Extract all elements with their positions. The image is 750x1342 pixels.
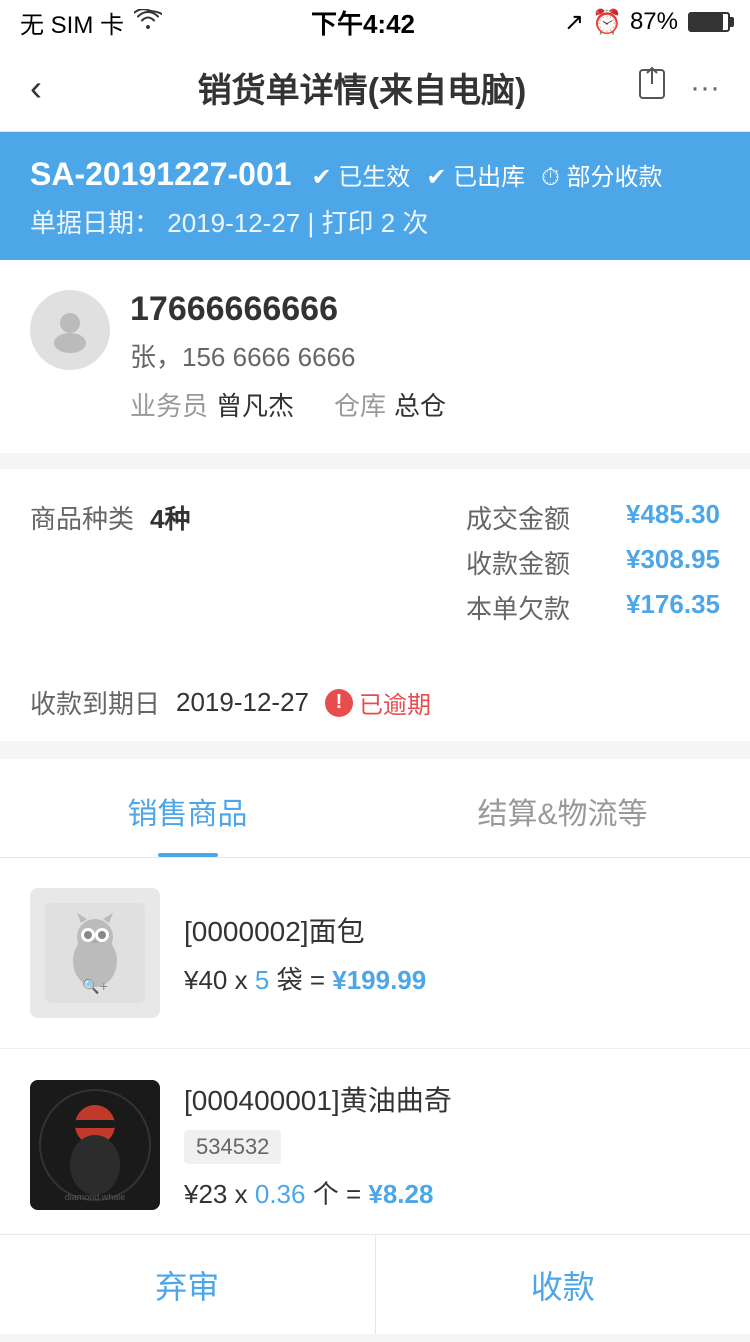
deal-amount-label: 成交金额 (466, 499, 570, 536)
product-type-label: 商品种类 (30, 499, 134, 536)
customer-info: 17666666666 张，156 6666 6666 业务员 曾凡杰 仓库 总… (130, 290, 720, 423)
salesperson-item: 业务员 曾凡杰 (130, 386, 294, 423)
status-right: ↗ ⏰ 87% (564, 8, 730, 37)
product-batch-2: 534532 (184, 1130, 281, 1164)
customer-meta: 业务员 曾凡杰 仓库 总仓 (130, 386, 720, 423)
alarm-icon: ⏰ (592, 8, 622, 37)
product-unit-1: 袋 (277, 965, 303, 995)
page-title: 销货单详情(来自电脑) (198, 63, 527, 112)
product-unit-price-2: ¥23 (184, 1179, 227, 1209)
debt-amount-row: 本单欠款 ¥176.35 (466, 589, 720, 626)
product-qty-1: 5 (255, 965, 269, 995)
debt-label: 本单欠款 (466, 589, 570, 626)
status-effective: ✔ 已生效 (312, 157, 411, 192)
status-shipped: ✔ 已出库 (426, 157, 525, 192)
product-price-2: ¥23 x 0.36 个 = ¥8.28 (184, 1174, 720, 1211)
debt-value: ¥176.35 (600, 589, 720, 626)
customer-phone: 张，156 6666 6666 (130, 337, 720, 374)
status-tags: ✔ 已生效 ✔ 已出库 ⏱ 部分收款 (312, 157, 663, 192)
meta-print-info: 打印 2 次 (321, 208, 428, 238)
share-button[interactable] (634, 66, 670, 110)
product-multiply-2: x (235, 1179, 255, 1209)
salesperson-label: 业务员 (130, 386, 208, 423)
order-id-row: SA-20191227-001 ✔ 已生效 ✔ 已出库 ⏱ 部分收款 (30, 156, 720, 193)
product-item-1: 🔍+ [0000002]面包 ¥40 x 5 袋 = ¥199.99 (0, 858, 750, 1049)
order-header: SA-20191227-001 ✔ 已生效 ✔ 已出库 ⏱ 部分收款 单据日期：… (0, 132, 750, 260)
tabs-container: 销售商品 结算&物流等 (0, 759, 750, 858)
meta-date-label: 单据日期： (30, 208, 160, 238)
overdue-text: 已逾期 (359, 685, 431, 720)
collect-button[interactable]: 收款 (376, 1235, 750, 1334)
more-button[interactable]: ··· (690, 71, 720, 105)
status-left: 无 SIM 卡 (20, 5, 162, 40)
stats-row: 商品种类 4种 成交金额 ¥485.30 收款金额 ¥308.95 本单欠款 ¥… (30, 499, 720, 634)
product-total-2: ¥8.28 (368, 1179, 433, 1209)
overdue-badge: ! 已逾期 (325, 685, 431, 720)
customer-section: 17666666666 张，156 6666 6666 业务员 曾凡杰 仓库 总… (0, 260, 750, 453)
carrier-text: 无 SIM 卡 (20, 5, 124, 40)
deal-amount-value: ¥485.30 (600, 499, 720, 536)
avatar (30, 290, 110, 370)
product-qty-2: 0.36 (255, 1179, 306, 1209)
product-unit-price-1: ¥40 (184, 965, 227, 995)
due-section: 收款到期日 2019-12-27 ! 已逾期 (0, 664, 750, 741)
stats-right: 成交金额 ¥485.30 收款金额 ¥308.95 本单欠款 ¥176.35 (466, 499, 720, 634)
product-thumb-2: diamond whale (30, 1080, 160, 1210)
status-bar: 无 SIM 卡 下午4:42 ↗ ⏰ 87% (0, 0, 750, 44)
product-name-1: [0000002]面包 (184, 910, 720, 950)
product-multiply-1: x (235, 965, 255, 995)
section-divider-2 (0, 741, 750, 757)
product-eq-1: = (310, 965, 332, 995)
stats-left: 商品种类 4种 (30, 499, 190, 540)
reject-button[interactable]: 弃审 (0, 1235, 376, 1334)
tab-sales-products[interactable]: 销售商品 (0, 759, 375, 857)
location-icon: ↗ (564, 8, 584, 37)
product-type-item: 商品种类 4种 (30, 499, 190, 536)
tab-settlement[interactable]: 结算&物流等 (375, 759, 750, 857)
product-thumb-1: 🔍+ (30, 888, 160, 1018)
due-label: 收款到期日 (30, 684, 160, 721)
order-meta: 单据日期： 2019-12-27 | 打印 2 次 (30, 203, 720, 240)
svg-text:diamond whale: diamond whale (65, 1192, 126, 1202)
back-button[interactable]: ‹ (30, 67, 90, 109)
product-unit-2: 个 (313, 1179, 339, 1209)
product-name-2: [000400001]黄油曲奇 (184, 1079, 720, 1119)
wifi-icon (134, 8, 162, 36)
order-id: SA-20191227-001 (30, 156, 292, 193)
battery-percent: 87% (630, 8, 678, 36)
salesperson-value: 曾凡杰 (216, 386, 294, 423)
product-item-2: diamond whale [000400001]黄油曲奇 534532 ¥23… (0, 1049, 750, 1242)
section-divider-1 (0, 453, 750, 469)
product-total-1: ¥199.99 (332, 965, 426, 995)
product-type-count: 4种 (150, 499, 190, 536)
warehouse-label: 仓库 (334, 386, 386, 423)
customer-name: 17666666666 (130, 290, 720, 329)
received-amount-row: 收款金额 ¥308.95 (466, 544, 720, 581)
nav-bar: ‹ 销货单详情(来自电脑) ··· (0, 44, 750, 132)
product-info-2: [000400001]黄油曲奇 534532 ¥23 x 0.36 个 = ¥8… (184, 1079, 720, 1211)
time-display: 下午4:42 (311, 4, 415, 41)
stats-section: 商品种类 4种 成交金额 ¥485.30 收款金额 ¥308.95 本单欠款 ¥… (0, 469, 750, 664)
product-list: 🔍+ [0000002]面包 ¥40 x 5 袋 = ¥199.99 (0, 858, 750, 1242)
received-value: ¥308.95 (600, 544, 720, 581)
svg-text:🔍+: 🔍+ (82, 977, 108, 995)
overdue-icon: ! (325, 689, 353, 717)
meta-separator: | (307, 208, 321, 238)
warehouse-value: 总仓 (394, 386, 446, 423)
warehouse-item: 仓库 总仓 (334, 386, 446, 423)
nav-actions: ··· (634, 66, 720, 110)
product-price-1: ¥40 x 5 袋 = ¥199.99 (184, 960, 720, 997)
product-eq-2: = (346, 1179, 368, 1209)
due-date: 2019-12-27 (176, 687, 309, 718)
received-label: 收款金额 (466, 544, 570, 581)
deal-amount-row: 成交金额 ¥485.30 (466, 499, 720, 536)
battery-icon (688, 12, 730, 32)
status-partial: ⏱ 部分收款 (541, 157, 662, 192)
product-info-1: [0000002]面包 ¥40 x 5 袋 = ¥199.99 (184, 910, 720, 997)
meta-date-value: 2019-12-27 (167, 208, 300, 238)
bottom-bar: 弃审 收款 (0, 1234, 750, 1334)
